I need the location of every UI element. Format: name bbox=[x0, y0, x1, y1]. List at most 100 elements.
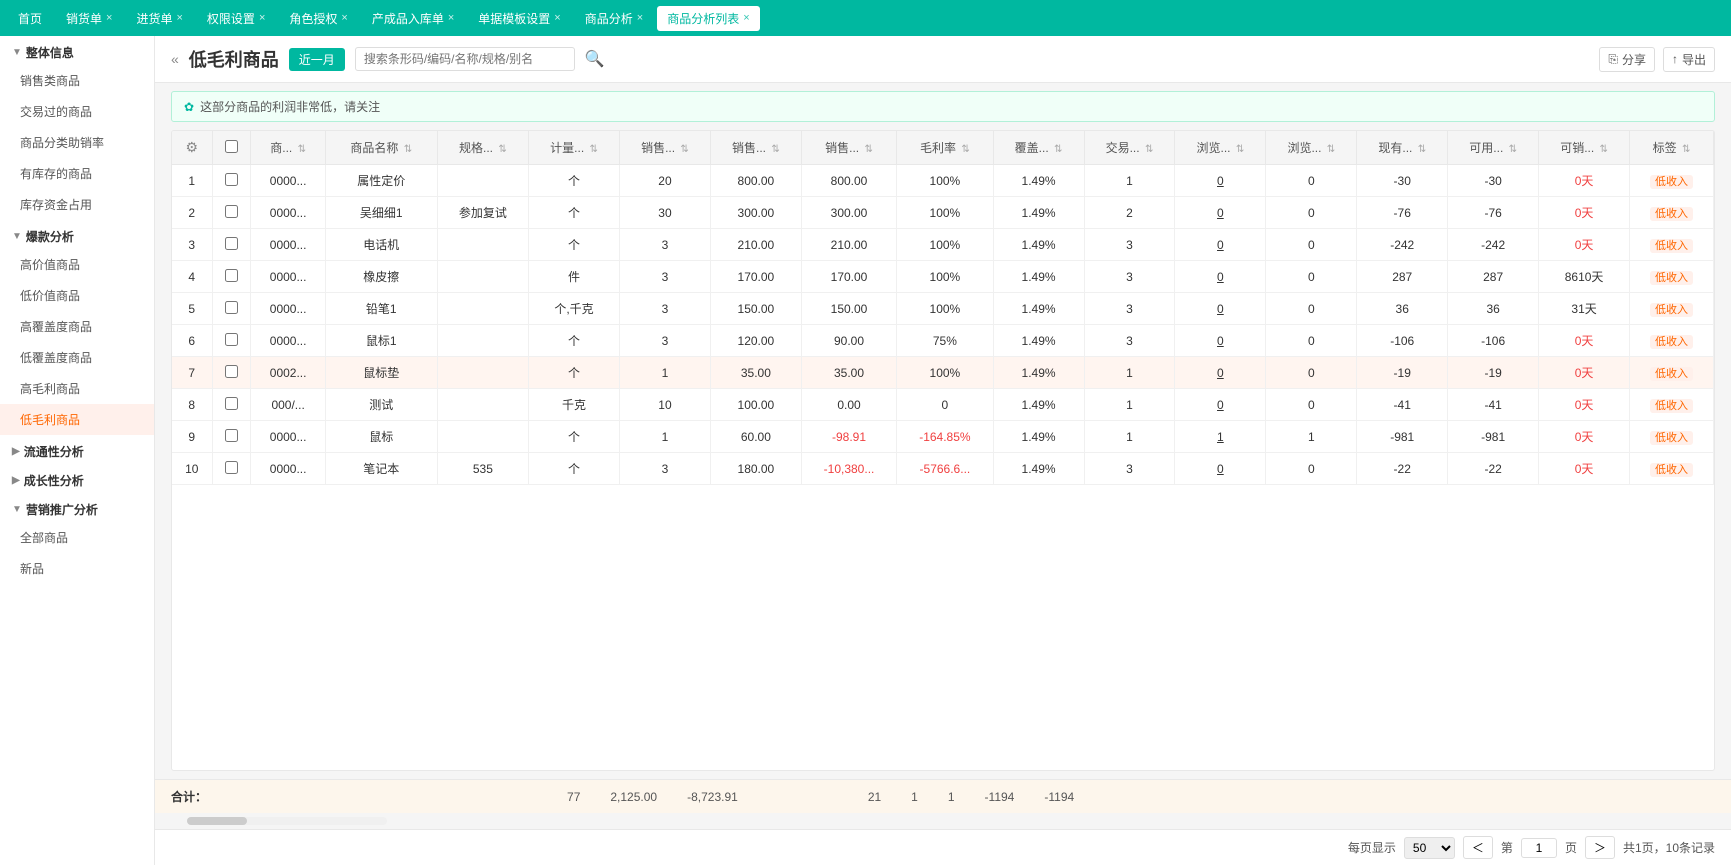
nav-close-permissions[interactable]: × bbox=[259, 12, 265, 24]
cell-browse1[interactable]: 1 bbox=[1175, 421, 1266, 453]
sidebar-item-sales-products[interactable]: 销售类商品 bbox=[0, 65, 154, 96]
select-all-checkbox[interactable] bbox=[225, 140, 238, 153]
sidebar-section-label-overall: 整体信息 bbox=[26, 44, 74, 61]
share-btn[interactable]: ⎘ 分享 bbox=[1599, 47, 1655, 72]
nav-item-analysis-list[interactable]: 商品分析列表 × bbox=[657, 6, 759, 31]
col-browse2[interactable]: 浏览... ⇅ bbox=[1266, 131, 1357, 165]
sidebar-item-high-coverage[interactable]: 高覆盖度商品 bbox=[0, 311, 154, 342]
row-checkbox[interactable] bbox=[225, 365, 238, 378]
cell-browse1[interactable]: 0 bbox=[1175, 197, 1266, 229]
col-available[interactable]: 可用... ⇅ bbox=[1448, 131, 1539, 165]
nav-close-analysis-list[interactable]: × bbox=[743, 12, 749, 24]
horizontal-scrollbar[interactable] bbox=[187, 817, 387, 825]
sidebar-item-low-coverage[interactable]: 低覆盖度商品 bbox=[0, 342, 154, 373]
cell-checkbox[interactable] bbox=[212, 453, 251, 485]
nav-item-permissions[interactable]: 权限设置 × bbox=[197, 6, 275, 31]
col-sellable[interactable]: 可销... ⇅ bbox=[1539, 131, 1630, 165]
sidebar-item-high-margin[interactable]: 高毛利商品 bbox=[0, 373, 154, 404]
cell-checkbox[interactable] bbox=[212, 261, 251, 293]
sidebar-item-high-value[interactable]: 高价值商品 bbox=[0, 249, 154, 280]
settings-icon[interactable]: ⚙ bbox=[185, 139, 198, 155]
col-sales-price[interactable]: 销售... ⇅ bbox=[710, 131, 801, 165]
col-coverage[interactable]: 覆盖... ⇅ bbox=[993, 131, 1084, 165]
sidebar-section-marketing[interactable]: ▼ 营销推广分析 bbox=[0, 493, 154, 522]
col-settings[interactable]: ⚙ bbox=[172, 131, 212, 165]
col-tag[interactable]: 标签 ⇅ bbox=[1630, 131, 1714, 165]
cell-browse1[interactable]: 0 bbox=[1175, 389, 1266, 421]
prev-page-btn[interactable]: ＜ bbox=[1463, 836, 1493, 859]
col-current-stock[interactable]: 现有... ⇅ bbox=[1357, 131, 1448, 165]
nav-close-roles[interactable]: × bbox=[341, 12, 347, 24]
col-gross-margin[interactable]: 毛利率 ⇅ bbox=[897, 131, 993, 165]
page-number-input[interactable] bbox=[1521, 838, 1557, 858]
sidebar-item-all-products[interactable]: 全部商品 bbox=[0, 522, 154, 553]
cell-checkbox[interactable] bbox=[212, 389, 251, 421]
cell-checkbox[interactable] bbox=[212, 421, 251, 453]
search-input[interactable] bbox=[355, 47, 575, 71]
nav-item-templates[interactable]: 单据模板设置 × bbox=[468, 6, 570, 31]
sidebar-section-liquidity[interactable]: ▶ 流通性分析 bbox=[0, 435, 154, 464]
row-checkbox[interactable] bbox=[225, 333, 238, 346]
sidebar-item-low-margin[interactable]: 低毛利商品 bbox=[0, 404, 154, 435]
sidebar-item-new-products[interactable]: 新品 bbox=[0, 553, 154, 584]
row-checkbox[interactable] bbox=[225, 461, 238, 474]
row-checkbox[interactable] bbox=[225, 269, 238, 282]
sidebar-item-capital[interactable]: 库存资金占用 bbox=[0, 189, 154, 220]
nav-item-sales[interactable]: 销货单 × bbox=[56, 6, 122, 31]
cell-browse1[interactable]: 0 bbox=[1175, 261, 1266, 293]
cell-browse1[interactable]: 0 bbox=[1175, 357, 1266, 389]
col-sales-amount[interactable]: 销售... ⇅ bbox=[801, 131, 896, 165]
sort-icon-sales-amount: ⇅ bbox=[864, 144, 872, 155]
col-checkbox[interactable] bbox=[212, 131, 251, 165]
cell-checkbox[interactable] bbox=[212, 293, 251, 325]
row-checkbox[interactable] bbox=[225, 205, 238, 218]
col-code[interactable]: 商... ⇅ bbox=[251, 131, 325, 165]
col-browse1[interactable]: 浏览... ⇅ bbox=[1175, 131, 1266, 165]
col-name[interactable]: 商品名称 ⇅ bbox=[325, 131, 437, 165]
cell-checkbox[interactable] bbox=[212, 229, 251, 261]
sidebar-section-overall[interactable]: ▼ 整体信息 bbox=[0, 36, 154, 65]
sidebar-section-hot[interactable]: ▼ 爆款分析 bbox=[0, 220, 154, 249]
nav-item-analysis[interactable]: 商品分析 × bbox=[575, 6, 653, 31]
col-transactions[interactable]: 交易... ⇅ bbox=[1084, 131, 1175, 165]
nav-close-purchase[interactable]: × bbox=[176, 12, 182, 24]
nav-close-analysis[interactable]: × bbox=[637, 12, 643, 24]
row-checkbox[interactable] bbox=[225, 301, 238, 314]
cell-browse1[interactable]: 0 bbox=[1175, 453, 1266, 485]
scrollbar-thumb[interactable] bbox=[187, 817, 247, 825]
nav-close-templates[interactable]: × bbox=[554, 12, 560, 24]
search-icon[interactable]: 🔍 bbox=[585, 49, 605, 69]
col-spec[interactable]: 规格... ⇅ bbox=[437, 131, 528, 165]
row-checkbox[interactable] bbox=[225, 397, 238, 410]
filter-recent-month-btn[interactable]: 近一月 bbox=[289, 48, 345, 71]
row-checkbox[interactable] bbox=[225, 173, 238, 186]
sidebar-item-category-rate[interactable]: 商品分类助销率 bbox=[0, 127, 154, 158]
cell-checkbox[interactable] bbox=[212, 197, 251, 229]
cell-browse1[interactable]: 0 bbox=[1175, 229, 1266, 261]
cell-browse1[interactable]: 0 bbox=[1175, 325, 1266, 357]
cell-checkbox[interactable] bbox=[212, 357, 251, 389]
cell-browse1[interactable]: 0 bbox=[1175, 293, 1266, 325]
export-btn[interactable]: ↑ 导出 bbox=[1663, 47, 1715, 72]
cell-browse1[interactable]: 0 bbox=[1175, 165, 1266, 197]
sidebar-item-traded[interactable]: 交易过的商品 bbox=[0, 96, 154, 127]
cell-checkbox[interactable] bbox=[212, 325, 251, 357]
next-page-btn[interactable]: ＞ bbox=[1585, 836, 1615, 859]
col-sales-qty[interactable]: 销售... ⇅ bbox=[619, 131, 710, 165]
col-unit[interactable]: 计量... ⇅ bbox=[529, 131, 620, 165]
page-size-select[interactable]: 50 100 bbox=[1404, 837, 1455, 859]
nav-item-products[interactable]: 产成品入库单 × bbox=[362, 6, 464, 31]
row-checkbox[interactable] bbox=[225, 429, 238, 442]
nav-item-home[interactable]: 首页 bbox=[8, 6, 52, 31]
nav-item-purchase[interactable]: 进货单 × bbox=[126, 6, 192, 31]
sidebar-item-in-stock[interactable]: 有库存的商品 bbox=[0, 158, 154, 189]
sidebar-item-low-value[interactable]: 低价值商品 bbox=[0, 280, 154, 311]
nav-item-roles[interactable]: 角色授权 × bbox=[279, 6, 357, 31]
nav-label-analysis-list: 商品分析列表 bbox=[667, 10, 739, 27]
cell-checkbox[interactable] bbox=[212, 165, 251, 197]
nav-close-sales[interactable]: × bbox=[106, 12, 112, 24]
row-checkbox[interactable] bbox=[225, 237, 238, 250]
nav-close-products[interactable]: × bbox=[448, 12, 454, 24]
sidebar-collapse-btn[interactable]: « bbox=[171, 51, 179, 67]
sidebar-section-growth[interactable]: ▶ 成长性分析 bbox=[0, 464, 154, 493]
